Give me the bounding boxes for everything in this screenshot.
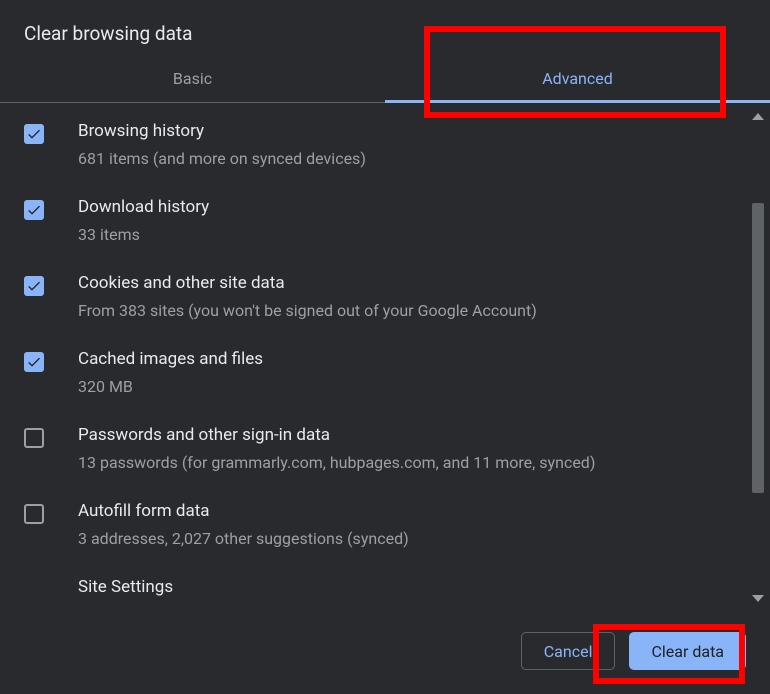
options-list: Browsing history 681 items (and more on s… [0, 103, 770, 612]
option-texts: Autofill form data 3 addresses, 2,027 oth… [78, 499, 750, 551]
checkbox[interactable] [24, 124, 44, 144]
option-row: Browsing history 681 items (and more on s… [0, 107, 770, 183]
checkbox[interactable] [24, 428, 44, 448]
option-title: Site Settings [78, 575, 750, 599]
option-subtitle: 33 items [78, 223, 750, 247]
option-texts: Download history 33 items [78, 195, 750, 247]
option-texts: Browsing history 681 items (and more on s… [78, 119, 750, 171]
option-row: Site Settings [0, 563, 770, 600]
checkbox[interactable] [24, 200, 44, 220]
option-subtitle: 13 passwords (for grammarly.com, hubpage… [78, 451, 750, 475]
option-subtitle: From 383 sites (you won't be signed out … [78, 299, 750, 323]
option-texts: Cached images and files 320 MB [78, 347, 750, 399]
option-title: Browsing history [78, 119, 750, 143]
option-subtitle: 3 addresses, 2,027 other suggestions (sy… [78, 527, 750, 551]
option-subtitle: 681 items (and more on synced devices) [78, 147, 750, 171]
option-title: Cookies and other site data [78, 271, 750, 295]
option-row: Download history 33 items [0, 183, 770, 259]
option-texts: Cookies and other site data From 383 site… [78, 271, 750, 323]
option-row: Passwords and other sign-in data 13 passw… [0, 411, 770, 487]
option-row: Cached images and files 320 MB [0, 335, 770, 411]
cancel-button[interactable]: Cancel [521, 632, 616, 670]
option-title: Autofill form data [78, 499, 750, 523]
option-texts: Passwords and other sign-in data 13 passw… [78, 423, 750, 475]
scroll-up-icon[interactable] [752, 113, 764, 120]
dialog-title: Clear browsing data [0, 0, 770, 55]
checkbox[interactable] [24, 504, 44, 524]
option-title: Passwords and other sign-in data [78, 423, 750, 447]
scroll-thumb[interactable] [752, 203, 764, 493]
option-row: Autofill form data 3 addresses, 2,027 oth… [0, 487, 770, 563]
option-texts: Site Settings [78, 575, 750, 599]
list-wrap: Browsing history 681 items (and more on s… [0, 103, 770, 612]
checkbox[interactable] [24, 276, 44, 296]
checkbox[interactable] [24, 352, 44, 372]
scrollbar[interactable] [750, 113, 766, 602]
tab-advanced[interactable]: Advanced [385, 55, 770, 102]
option-title: Download history [78, 195, 750, 219]
clear-browsing-dialog: Clear browsing data Basic Advanced Brows… [0, 0, 770, 694]
clear-data-button[interactable]: Clear data [629, 632, 746, 670]
option-title: Cached images and files [78, 347, 750, 371]
scroll-down-icon[interactable] [752, 595, 764, 602]
option-subtitle: 320 MB [78, 375, 750, 399]
dialog-actions: Cancel Clear data [0, 612, 770, 694]
option-row: Cookies and other site data From 383 site… [0, 259, 770, 335]
tabs: Basic Advanced [0, 55, 770, 103]
tab-basic[interactable]: Basic [0, 55, 385, 102]
